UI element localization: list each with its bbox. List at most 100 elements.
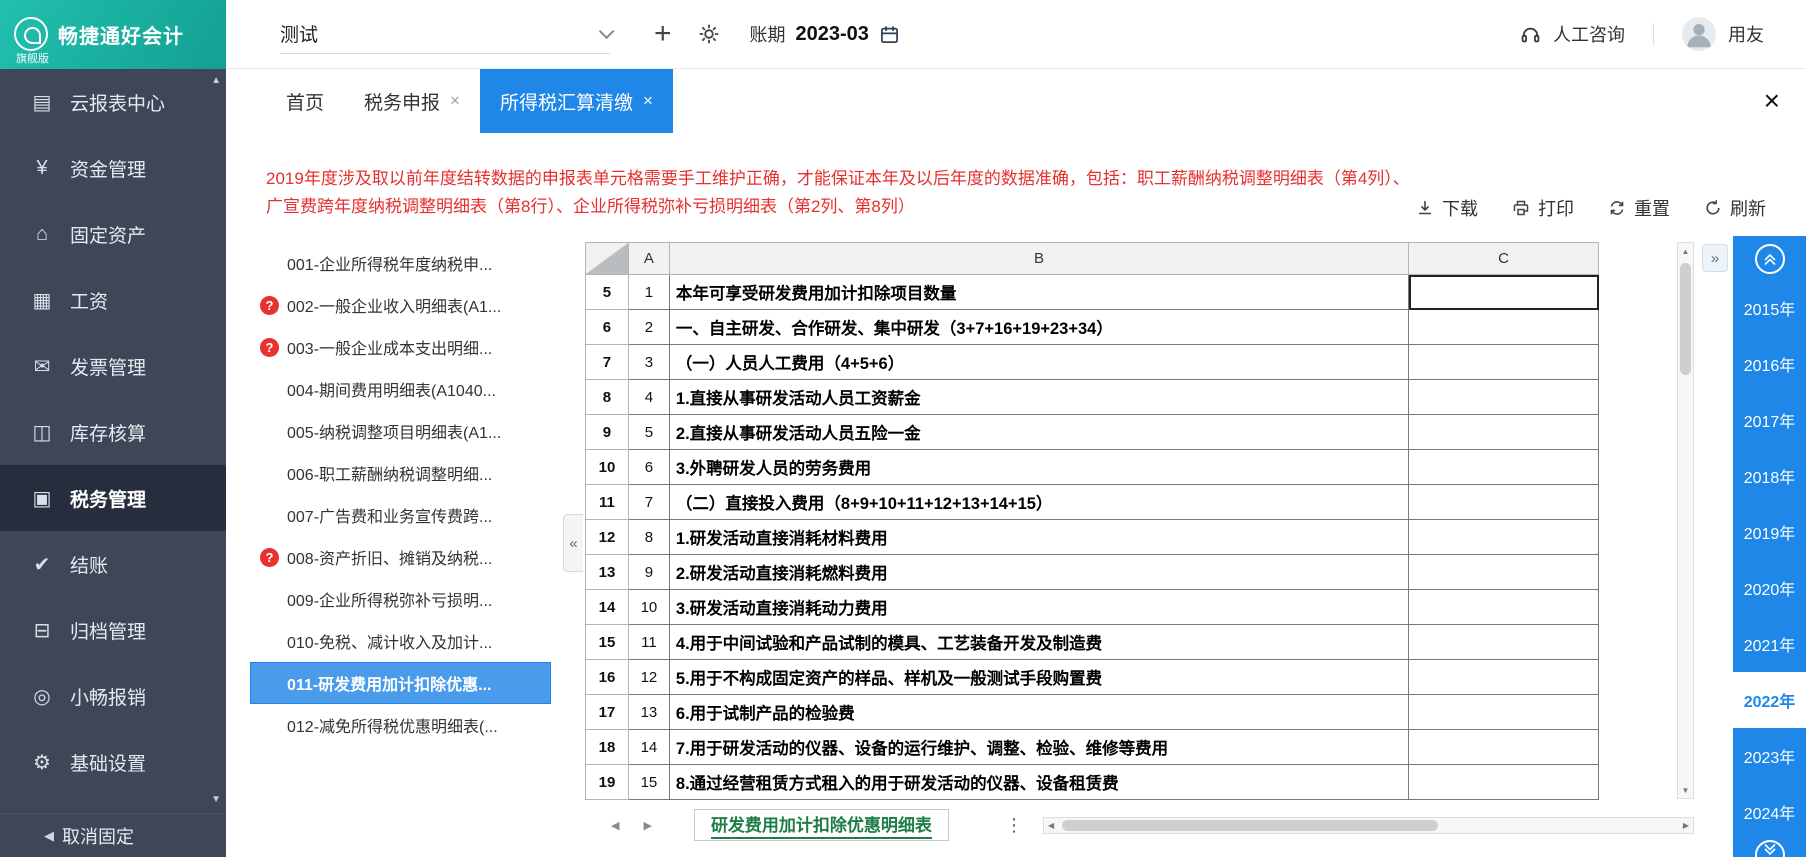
tab[interactable]: 所得税汇算清缴 × — [479, 69, 673, 133]
row-header-cell[interactable]: 15 — [586, 625, 629, 660]
cell-col-c[interactable] — [1409, 730, 1599, 765]
cell-col-c[interactable] — [1409, 625, 1599, 660]
year-item[interactable]: 2018年 — [1733, 448, 1806, 504]
row-header-cell[interactable]: 5 — [586, 275, 629, 310]
sidebar-item[interactable]: ▣ 税务管理 — [0, 465, 226, 531]
cell-col-c[interactable] — [1409, 660, 1599, 695]
settings-gear-icon[interactable] — [698, 23, 720, 45]
cell-col-b[interactable]: 3.外聘研发人员的劳务费用 — [669, 450, 1410, 485]
cell-col-b[interactable]: 7.用于研发活动的仪器、设备的运行维护、调整、检验、维修等费用 — [669, 730, 1410, 765]
report-list-item[interactable]: ? 007-广告费和业务宣传费跨... — [250, 494, 551, 536]
tab[interactable]: 首页 × — [266, 69, 344, 133]
horizontal-scrollbar-thumb[interactable] — [1061, 819, 1439, 831]
year-item[interactable]: 2020年 — [1733, 560, 1806, 616]
cell-col-b[interactable]: 5.用于不构成固定资产的样品、样机及一般测试手段购置费 — [669, 660, 1410, 695]
cell-col-a[interactable]: 6 — [628, 450, 670, 485]
report-list-item[interactable]: ? 006-职工薪酬纳税调整明细... — [250, 452, 551, 494]
more-options-icon[interactable]: ⋮ — [1005, 815, 1023, 836]
report-list-item[interactable]: ? 010-免税、减计收入及加计... — [250, 620, 551, 662]
scroll-up-icon[interactable]: ▲ — [1678, 243, 1693, 259]
sidebar-item[interactable]: ⚙ 基础设置 — [0, 729, 226, 795]
sidebar-item[interactable]: ◫ 库存核算 — [0, 399, 226, 465]
sidebar-item[interactable]: ▦ 工资 — [0, 267, 226, 333]
cell-col-b[interactable]: （一）人员人工费用（4+5+6） — [669, 345, 1410, 380]
column-header-b[interactable]: B — [669, 243, 1410, 275]
cell-col-c[interactable] — [1409, 520, 1599, 555]
sidebar-scroll-up-icon[interactable]: ▲ — [211, 75, 221, 86]
user-name[interactable]: 用友 — [1728, 21, 1764, 47]
row-header-cell[interactable]: 11 — [586, 485, 629, 520]
cell-col-a[interactable]: 8 — [628, 520, 670, 555]
cell-col-b[interactable]: （二）直接投入费用（8+9+10+11+12+13+14+15） — [669, 485, 1410, 520]
help-icon[interactable]: ? — [260, 296, 279, 315]
next-sheet-icon[interactable]: ▶ — [631, 819, 663, 832]
cell-col-a[interactable]: 15 — [628, 765, 670, 800]
row-header-cell[interactable]: 12 — [586, 520, 629, 555]
cell-col-b[interactable]: 本年可享受研发费用加计扣除项目数量 — [669, 275, 1410, 310]
year-item[interactable]: 2021年 — [1733, 616, 1806, 672]
cell-col-a[interactable]: 2 — [628, 310, 670, 345]
cell-col-c[interactable] — [1409, 275, 1599, 310]
year-item[interactable]: 2019年 — [1733, 504, 1806, 560]
download-button[interactable]: 下载 — [1416, 195, 1478, 221]
row-header-cell[interactable]: 13 — [586, 555, 629, 590]
cell-col-a[interactable]: 4 — [628, 380, 670, 415]
row-header-cell[interactable]: 8 — [586, 380, 629, 415]
cell-col-c[interactable] — [1409, 415, 1599, 450]
cell-col-b[interactable]: 2.研发活动直接消耗燃料费用 — [669, 555, 1410, 590]
cell-col-c[interactable] — [1409, 765, 1599, 800]
cell-col-a[interactable]: 14 — [628, 730, 670, 765]
cell-col-a[interactable]: 11 — [628, 625, 670, 660]
cell-col-a[interactable]: 3 — [628, 345, 670, 380]
print-button[interactable]: 打印 — [1512, 195, 1574, 221]
row-header-cell[interactable]: 6 — [586, 310, 629, 345]
scroll-right-icon[interactable]: ▶ — [1679, 821, 1693, 830]
unpin-sidebar-button[interactable]: ◀ 取消固定 — [0, 813, 226, 857]
cell-col-a[interactable]: 9 — [628, 555, 670, 590]
cell-col-c[interactable] — [1409, 485, 1599, 520]
cell-col-a[interactable]: 7 — [628, 485, 670, 520]
report-list-item[interactable]: ? 004-期间费用明细表(A1040... — [250, 368, 551, 410]
help-icon[interactable]: ? — [260, 338, 279, 357]
row-header-cell[interactable]: 17 — [586, 695, 629, 730]
scroll-down-icon[interactable]: ▼ — [1678, 782, 1693, 798]
row-header-cell[interactable]: 14 — [586, 590, 629, 625]
year-item[interactable]: 2015年 — [1733, 280, 1806, 336]
app-logo[interactable]: 畅捷通好会计 旗舰版 — [0, 0, 226, 69]
row-header-cell[interactable]: 7 — [586, 345, 629, 380]
tab[interactable]: 税务申报 × — [344, 69, 480, 133]
report-list-item[interactable]: ? 011-研发费用加计扣除优惠... — [250, 662, 551, 704]
horizontal-scrollbar[interactable]: ◀ ▶ — [1042, 816, 1694, 834]
report-list-item[interactable]: ? 009-企业所得税弥补亏损明... — [250, 578, 551, 620]
report-list-item[interactable]: ? 008-资产折旧、摊销及纳税... — [250, 536, 551, 578]
sidebar-item[interactable]: ⌂ 固定资产 — [0, 201, 226, 267]
tab-close-icon[interactable]: × — [450, 91, 460, 111]
report-list-item[interactable]: ? 005-纳税调整项目明细表(A1... — [250, 410, 551, 452]
year-item[interactable]: 2024年 — [1733, 784, 1806, 840]
prev-sheet-icon[interactable]: ◀ — [599, 819, 631, 832]
sidebar-item[interactable]: ✔ 结账 — [0, 531, 226, 597]
expand-panel-button[interactable]: » — [1702, 244, 1728, 272]
row-header-cell[interactable]: 10 — [586, 450, 629, 485]
vertical-scrollbar-thumb[interactable] — [1680, 263, 1691, 375]
year-item[interactable]: 2017年 — [1733, 392, 1806, 448]
period-value[interactable]: 2023-03 — [796, 23, 869, 46]
calendar-icon[interactable] — [879, 24, 900, 45]
sidebar-item[interactable]: ⊟ 归档管理 — [0, 597, 226, 663]
avatar[interactable] — [1682, 17, 1716, 51]
grid-corner-cell[interactable] — [586, 243, 629, 275]
collapse-panel-button[interactable]: « — [563, 514, 583, 572]
cell-col-a[interactable]: 12 — [628, 660, 670, 695]
cell-col-b[interactable]: 1.直接从事研发活动人员工资薪金 — [669, 380, 1410, 415]
cell-col-c[interactable] — [1409, 555, 1599, 590]
cell-col-b[interactable]: 6.用于试制产品的检验费 — [669, 695, 1410, 730]
year-item[interactable]: 2016年 — [1733, 336, 1806, 392]
support-link[interactable]: 人工咨询 — [1553, 21, 1625, 47]
refresh-button[interactable]: 刷新 — [1704, 195, 1766, 221]
year-item[interactable]: 2022年 — [1733, 672, 1806, 728]
sidebar-scroll-down-icon[interactable]: ▼ — [211, 794, 221, 805]
report-list-item[interactable]: ? 012-减免所得税优惠明细表(... — [250, 704, 551, 746]
sheet-tab[interactable]: 研发费用加计扣除优惠明细表 — [693, 809, 949, 841]
row-header-cell[interactable]: 19 — [586, 765, 629, 800]
scroll-left-icon[interactable]: ◀ — [1044, 821, 1058, 830]
